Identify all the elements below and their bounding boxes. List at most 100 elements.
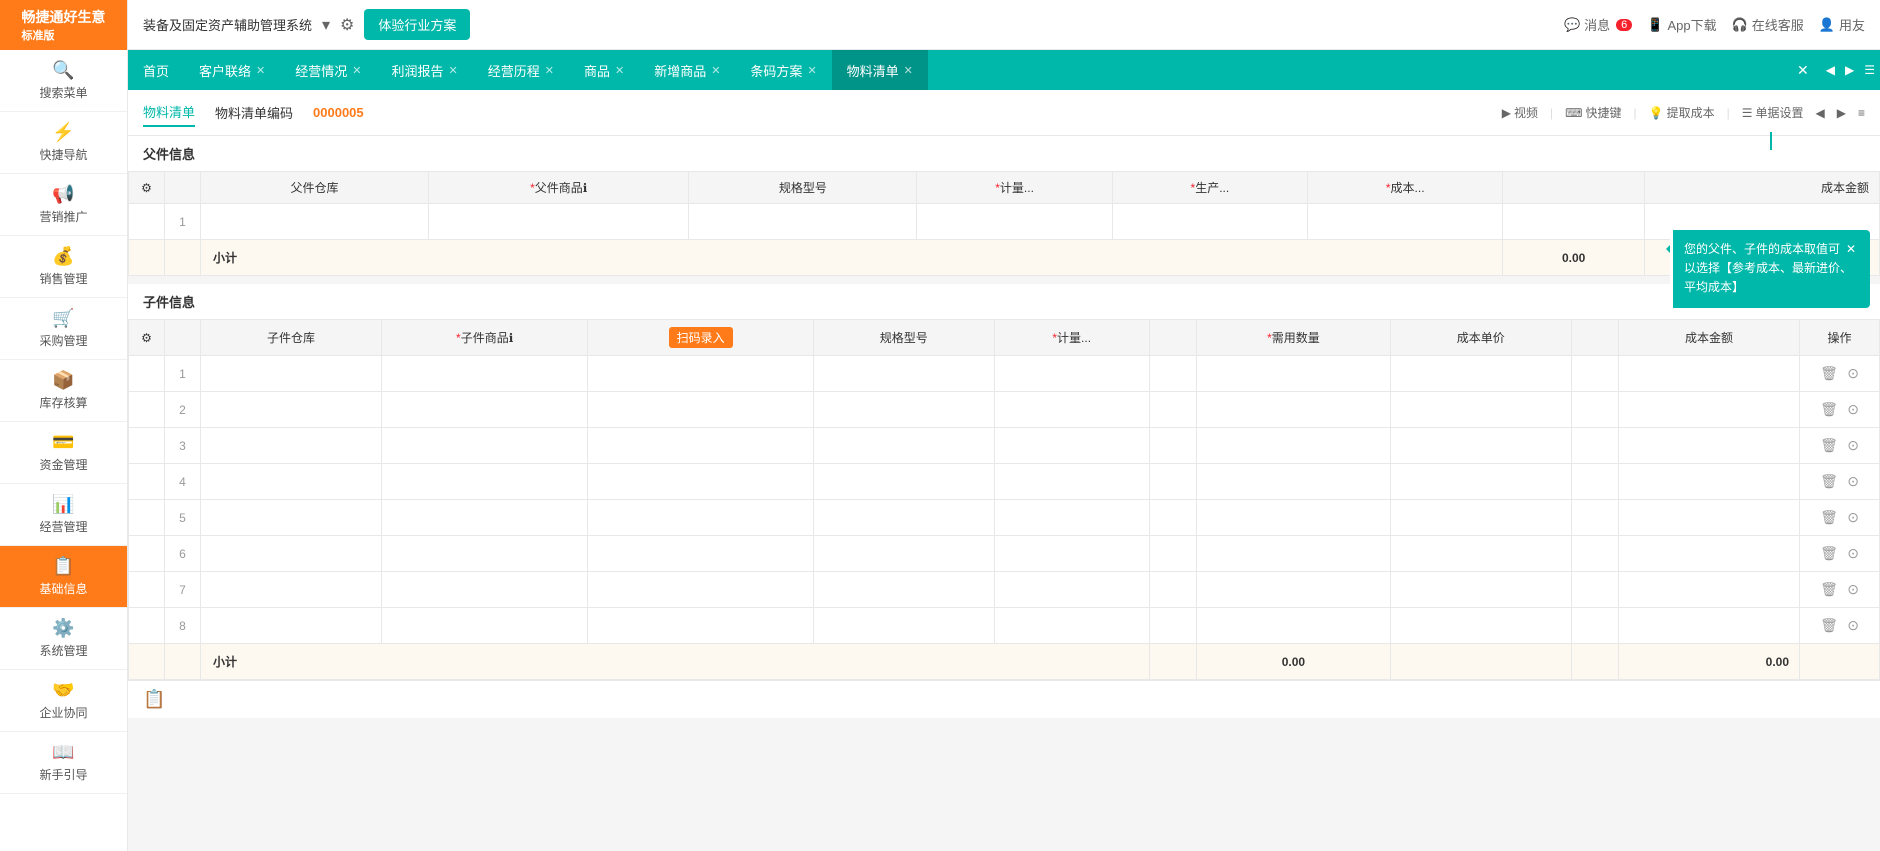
child-row4-spec[interactable] — [813, 464, 994, 500]
sidebar-item-operations[interactable]: 📊 经营管理 — [0, 484, 127, 546]
nav-close-all[interactable]: ✕ — [1785, 62, 1821, 79]
sidebar-item-quick-nav[interactable]: ⚡ 快捷导航 — [0, 112, 127, 174]
child-row3-warehouse[interactable] — [201, 428, 382, 464]
tab-profit-close[interactable]: ✕ — [449, 64, 458, 77]
parent-row-cost[interactable] — [1308, 204, 1503, 240]
delete-icon[interactable]: 🗑 — [1820, 473, 1838, 489]
message-button[interactable]: 💬 消息 6 — [1564, 15, 1632, 34]
sidebar-item-purchase[interactable]: 🛒 采购管理 — [0, 298, 127, 360]
extract-cost-button[interactable]: 💡 提取成本 — [1649, 104, 1715, 121]
child-row5-unit-cost[interactable] — [1390, 500, 1571, 536]
child-row8-unit-cost[interactable] — [1390, 608, 1571, 644]
child-row4-unit-cost[interactable] — [1390, 464, 1571, 500]
child-row1-unit[interactable] — [994, 356, 1149, 392]
child-row3-unit-cost[interactable] — [1390, 428, 1571, 464]
tooltip-close-button[interactable]: ✕ — [1846, 240, 1856, 259]
child-row7-unit-cost[interactable] — [1390, 572, 1571, 608]
copy-icon[interactable]: ⊙ — [1847, 365, 1859, 381]
child-row2-spec[interactable] — [813, 392, 994, 428]
tab-barcode-close[interactable]: ✕ — [807, 64, 816, 77]
delete-icon[interactable]: 🗑 — [1820, 545, 1838, 561]
tab-operations-close[interactable]: ✕ — [352, 64, 361, 77]
sidebar-item-marketing[interactable]: 📢 营销推广 — [0, 174, 127, 236]
child-row6-unit-cost[interactable] — [1390, 536, 1571, 572]
copy-icon[interactable]: ⊙ — [1847, 545, 1859, 561]
child-row3-product[interactable] — [381, 428, 588, 464]
tab-goods-close[interactable]: ✕ — [615, 64, 624, 77]
child-row7-product[interactable] — [381, 572, 588, 608]
delete-icon[interactable]: 🗑 — [1820, 365, 1838, 381]
tab-bom[interactable]: 物料清单 ✕ — [832, 50, 928, 90]
child-row1-unit-cost[interactable] — [1390, 356, 1571, 392]
child-row1-spec[interactable] — [813, 356, 994, 392]
child-row8-warehouse[interactable] — [201, 608, 382, 644]
sidebar-item-enterprise[interactable]: 🤝 企业协同 — [0, 670, 127, 732]
trial-button[interactable]: 体验行业方案 — [364, 9, 470, 40]
sidebar-item-finance[interactable]: 💳 资金管理 — [0, 422, 127, 484]
tab-customer-close[interactable]: ✕ — [256, 64, 265, 77]
tab-home[interactable]: 首页 — [128, 50, 184, 90]
delete-icon[interactable]: 🗑 — [1820, 437, 1838, 453]
nav-arrow-right[interactable]: ▶ — [1840, 63, 1859, 77]
child-row2-product[interactable] — [381, 392, 588, 428]
child-row1-product[interactable] — [381, 356, 588, 392]
sidebar-item-guide[interactable]: 📖 新手引导 — [0, 732, 127, 794]
child-row3-unit[interactable] — [994, 428, 1149, 464]
tab-history-close[interactable]: ✕ — [545, 64, 554, 77]
tab-barcode[interactable]: 条码方案 ✕ — [735, 50, 831, 90]
child-row8-product[interactable] — [381, 608, 588, 644]
parent-row-product[interactable] — [429, 204, 689, 240]
child-row4-warehouse[interactable] — [201, 464, 382, 500]
nav-menu-icon[interactable]: ☰ — [1859, 63, 1880, 77]
tab-history[interactable]: 经营历程 ✕ — [473, 50, 569, 90]
sub-tab-bom[interactable]: 物料清单 — [143, 98, 195, 127]
sidebar-item-basic-info[interactable]: 📋 基础信息 — [0, 546, 127, 608]
tab-bom-close[interactable]: ✕ — [904, 64, 913, 77]
child-row2-unit-cost[interactable] — [1390, 392, 1571, 428]
child-row4-product[interactable] — [381, 464, 588, 500]
child-row5-warehouse[interactable] — [201, 500, 382, 536]
child-row5-unit[interactable] — [994, 500, 1149, 536]
doc-settings-button[interactable]: ☰ 单据设置 — [1742, 104, 1804, 121]
child-row6-warehouse[interactable] — [201, 536, 382, 572]
child-row4-qty[interactable] — [1196, 464, 1390, 500]
child-row7-unit[interactable] — [994, 572, 1149, 608]
child-row5-qty[interactable] — [1196, 500, 1390, 536]
tab-new-goods-close[interactable]: ✕ — [711, 64, 720, 77]
child-row8-unit[interactable] — [994, 608, 1149, 644]
copy-icon[interactable]: ⊙ — [1847, 437, 1859, 453]
copy-icon[interactable]: ⊙ — [1847, 473, 1859, 489]
parent-row-production[interactable] — [1112, 204, 1307, 240]
parent-row-spec[interactable] — [689, 204, 917, 240]
parent-row-unit[interactable] — [917, 204, 1112, 240]
parent-row-warehouse[interactable] — [201, 204, 429, 240]
nav-next-button[interactable]: ▶ — [1837, 106, 1846, 120]
delete-icon[interactable]: 🗑 — [1820, 401, 1838, 417]
child-row6-unit[interactable] — [994, 536, 1149, 572]
child-row6-product[interactable] — [381, 536, 588, 572]
app-download-button[interactable]: 📱 App下载 — [1647, 15, 1716, 34]
shortcut-button[interactable]: ⌨ 快捷键 — [1565, 104, 1621, 121]
sidebar-item-system[interactable]: ⚙️ 系统管理 — [0, 608, 127, 670]
child-row6-spec[interactable] — [813, 536, 994, 572]
scan-button[interactable]: 扫码录入 — [669, 327, 733, 348]
delete-icon[interactable]: 🗑 — [1820, 617, 1838, 633]
sub-tab-code[interactable]: 物料清单编码 — [215, 99, 293, 126]
copy-icon[interactable]: ⊙ — [1847, 617, 1859, 633]
nav-prev-button[interactable]: ◀ — [1816, 106, 1825, 120]
child-row5-spec[interactable] — [813, 500, 994, 536]
sidebar-item-inventory[interactable]: 📦 库存核算 — [0, 360, 127, 422]
tab-goods[interactable]: 商品 ✕ — [569, 50, 639, 90]
tab-new-goods[interactable]: 新增商品 ✕ — [639, 50, 735, 90]
sidebar-item-sales[interactable]: 💰 销售管理 — [0, 236, 127, 298]
child-row7-spec[interactable] — [813, 572, 994, 608]
child-row2-unit[interactable] — [994, 392, 1149, 428]
child-row8-qty[interactable] — [1196, 608, 1390, 644]
copy-icon[interactable]: ⊙ — [1847, 401, 1859, 417]
tab-operations[interactable]: 经营情况 ✕ — [280, 50, 376, 90]
child-row1-warehouse[interactable] — [201, 356, 382, 392]
sidebar-item-search[interactable]: 🔍 搜索菜单 — [0, 50, 127, 112]
online-service-button[interactable]: 🎧 在线客服 — [1732, 15, 1804, 34]
delete-icon[interactable]: 🗑 — [1820, 581, 1838, 597]
child-row4-unit[interactable] — [994, 464, 1149, 500]
